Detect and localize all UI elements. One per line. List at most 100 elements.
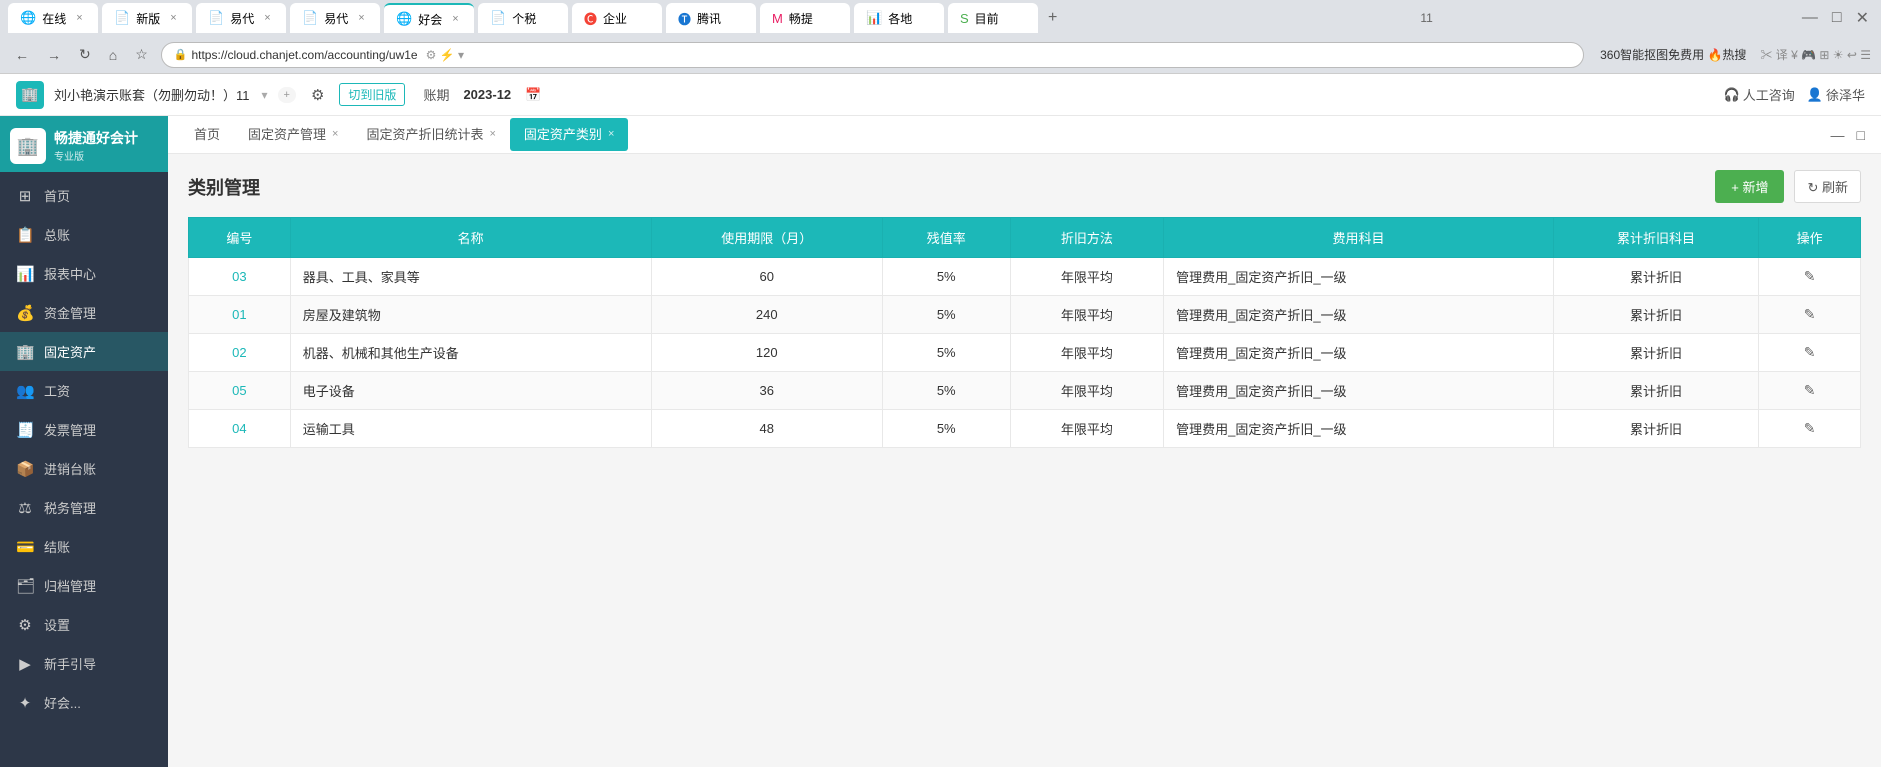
cell-accum: 累计折旧 [1553,258,1758,296]
tab-minimize-btn[interactable]: — [1827,127,1849,143]
bookmark-button[interactable]: ☆ [130,44,153,65]
tab-maximize-btn[interactable]: □ [1853,127,1869,143]
cell-code[interactable]: 01 [189,296,291,334]
tab-depreciation-stats[interactable]: 固定资产折旧统计表 × [352,118,509,151]
browser-tab-haohui[interactable]: 🌐 好会 × [384,3,474,33]
browser-tab-muqian[interactable]: S 目前 [948,3,1038,33]
browser-tab-gedi[interactable]: 📊 各地 [854,3,944,33]
sidebar-item-invoice[interactable]: 🧾 发票管理 [0,410,168,449]
new-tab-button[interactable]: + [1042,9,1063,27]
tab-assets-mgmt[interactable]: 固定资产管理 × [234,118,352,151]
browser-tab-new[interactable]: 📄 新版 × [102,3,192,33]
edit-icon[interactable]: ✎ [1804,306,1816,322]
tab-assets-mgmt-close[interactable]: × [332,128,338,140]
browser-tab-geshui[interactable]: 📄 个税 [478,3,568,33]
close-button[interactable]: ✕ [1852,8,1873,28]
tab-asset-categories[interactable]: 固定资产类别 × [510,118,628,151]
maximize-button[interactable]: □ [1828,9,1846,27]
sidebar-item-guide[interactable]: ▶ 新手引导 [0,644,168,683]
sidebar-label-more: 好会... [44,693,81,712]
dropdown-arrow[interactable]: ▾ [262,88,268,102]
reload-button[interactable]: ↻ [74,44,96,65]
address-input[interactable]: 🔒 https://cloud.chanjet.com/accounting/u… [161,42,1584,68]
user-avatar-btn[interactable]: 👤 徐泽华 [1807,85,1865,104]
search-area[interactable]: 360智能抠图免费用 🔥热搜 [1600,46,1746,63]
back-button[interactable]: ← [10,45,34,65]
sidebar-label-checkout: 结账 [44,537,70,556]
content-tab-bar: 首页 固定资产管理 × 固定资产折旧统计表 × 固定资产类别 × — □ [168,116,1881,154]
sidebar-item-ledger[interactable]: 📋 总账 [0,215,168,254]
cell-action[interactable]: ✎ [1759,410,1861,448]
edit-icon[interactable]: ✎ [1804,268,1816,284]
edit-icon[interactable]: ✎ [1804,420,1816,436]
cell-action[interactable]: ✎ [1759,258,1861,296]
sidebar-item-payroll[interactable]: 👥 工资 [0,371,168,410]
cell-residual: 5% [882,372,1010,410]
sidebar-item-inventory[interactable]: 📦 进销台账 [0,449,168,488]
cell-name: 机器、机械和其他生产设备 [290,334,651,372]
browser-tab-qiye[interactable]: 🅒 企业 [572,3,662,33]
sidebar-item-settings[interactable]: ⚙ 设置 [0,605,168,644]
sidebar-item-reports[interactable]: 📊 报表中心 [0,254,168,293]
tab-close-icon[interactable]: × [452,13,458,25]
cell-code[interactable]: 05 [189,372,291,410]
cell-action[interactable]: ✎ [1759,296,1861,334]
home-button[interactable]: ⌂ [104,45,122,65]
sidebar-label-reports: 报表中心 [44,264,96,283]
col-code: 编号 [189,218,291,258]
home-icon: ⊞ [16,187,34,205]
tab-close-icon[interactable]: × [264,12,270,24]
tab-close-icon[interactable]: × [76,12,82,24]
header-right: 🎧 人工咨询 👤 徐泽华 [1724,85,1865,104]
col-action: 操作 [1759,218,1861,258]
cell-residual: 5% [882,410,1010,448]
edit-icon[interactable]: ✎ [1804,344,1816,360]
table-row: 04 运输工具 48 5% 年限平均 管理费用_固定资产折旧_一级 累计折旧 ✎ [189,410,1861,448]
cell-action[interactable]: ✎ [1759,372,1861,410]
sidebar-item-funds[interactable]: 💰 资金管理 [0,293,168,332]
cell-code[interactable]: 03 [189,258,291,296]
switch-to-old-btn[interactable]: 切到旧版 [339,83,405,106]
tab-asset-categories-close[interactable]: × [608,128,614,140]
sidebar-label-archive: 归档管理 [44,576,96,595]
sidebar-item-home[interactable]: ⊞ 首页 [0,176,168,215]
settings-icon-btn[interactable]: ⚙ [306,84,329,106]
browser-tab-changtui[interactable]: M 畅提 [760,3,850,33]
tab-label: 易代 [324,10,348,27]
cell-code[interactable]: 02 [189,334,291,372]
tab-close-icon[interactable]: × [358,12,364,24]
sidebar-item-tax[interactable]: ⚖ 税务管理 [0,488,168,527]
browser-tab-yidai1[interactable]: 📄 易代 × [196,3,286,33]
cell-action[interactable]: ✎ [1759,334,1861,372]
browser-tab-online[interactable]: 🌐 在线 × [8,3,98,33]
sidebar-item-more[interactable]: ✦ 好会... [0,683,168,722]
more-icon: ✦ [16,694,34,712]
browser-tab-yidai2[interactable]: 📄 易代 × [290,3,380,33]
edit-icon[interactable]: ✎ [1804,382,1816,398]
reports-icon: 📊 [16,265,34,283]
add-button[interactable]: + 新增 [1715,170,1784,203]
forward-button[interactable]: → [42,45,66,65]
calendar-icon[interactable]: 📅 [525,87,541,103]
tab-close-icon[interactable]: × [170,12,176,24]
page-content: 类别管理 + 新增 ↻ 刷新 编号 名称 使用期限（月） 残值率 折旧方法 费用… [168,154,1881,767]
sidebar-menu: ⊞ 首页 📋 总账 📊 报表中心 💰 资金管理 🏢 固定资产 👥 工资 [0,172,168,767]
cell-accum: 累计折旧 [1553,334,1758,372]
minimize-button[interactable]: — [1798,9,1822,27]
sidebar-item-assets[interactable]: 🏢 固定资产 [0,332,168,371]
tab-depreciation-stats-label: 固定资产折旧统计表 [366,124,483,143]
cell-method: 年限平均 [1010,372,1164,410]
sidebar-label-assets: 固定资产 [44,342,96,361]
tab-home[interactable]: 首页 [180,118,234,151]
cell-months: 120 [651,334,882,372]
browser-tab-tengxun[interactable]: 🅣 腾讯 [666,3,756,33]
tab-depreciation-stats-close[interactable]: × [489,128,495,140]
refresh-button[interactable]: ↻ 刷新 [1794,170,1861,203]
inventory-icon: 📦 [16,460,34,478]
support-btn[interactable]: 🎧 人工咨询 [1724,85,1795,104]
sidebar-item-archive[interactable]: 🗂 归档管理 [0,566,168,605]
cell-code[interactable]: 04 [189,410,291,448]
col-method: 折旧方法 [1010,218,1164,258]
tab-label: 各地 [888,10,912,27]
sidebar-item-checkout[interactable]: 💳 结账 [0,527,168,566]
